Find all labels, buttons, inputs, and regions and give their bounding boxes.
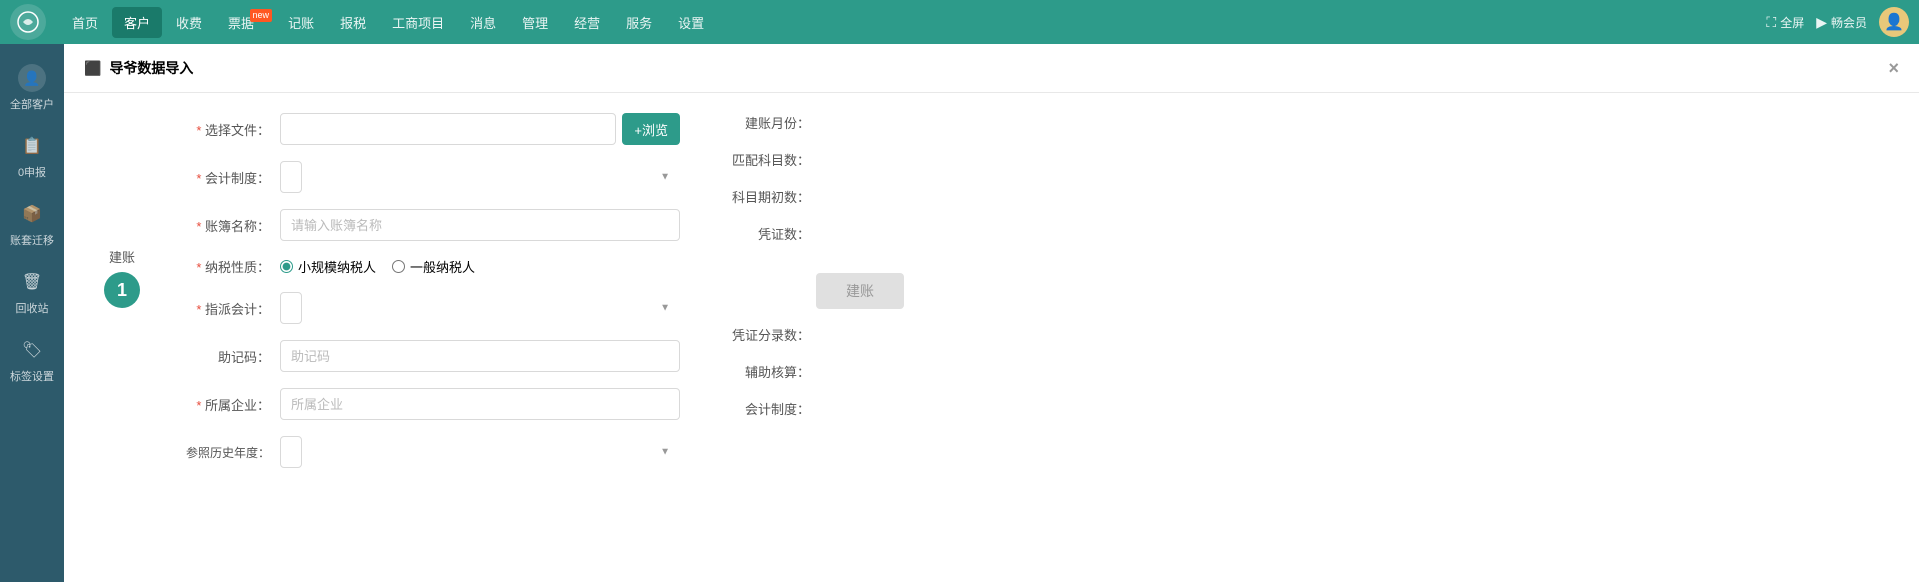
assign-accountant-select[interactable] [280, 292, 302, 324]
zero-declaration-icon: 📋 [18, 132, 46, 160]
tax-nature-label: * 纳税性质： [180, 257, 270, 276]
nav-items: 首页 客户 收费 票据 new 记账 报税 工商项目 消息 管理 经营 服务 设… [60, 7, 1766, 38]
sidebar-item-account-migration[interactable]: 📦 账套迁移 [0, 190, 64, 258]
sidebar-item-tag-settings[interactable]: 🏷 标签设置 [0, 326, 64, 394]
voucher-count-label: 凭证数： [720, 224, 810, 243]
step-label: 建账 [109, 247, 135, 266]
initial-subjects-label: 科目期初数： [720, 187, 810, 206]
top-navigation: 首页 客户 收费 票据 new 记账 报税 工商项目 消息 管理 经营 服务 设… [0, 0, 1919, 44]
recycle-icon: 🗑 [18, 268, 46, 296]
memo-code-label: 助记码： [180, 347, 270, 366]
chevron-down-icon-3: ▼ [660, 447, 670, 458]
nav-bookkeeping[interactable]: 记账 [276, 7, 326, 38]
file-select-row: * 选择文件： +浏览 [180, 113, 680, 145]
dialog-title: 导爷数据导入 [109, 58, 193, 78]
history-year-select-wrapper: ▼ [280, 436, 680, 468]
nav-service[interactable]: 服务 [614, 7, 664, 38]
form-panel: ⬛ 导爷数据导入 × 建账 1 [64, 44, 1919, 582]
voucher-entries-row: 凭证分录数： [720, 325, 1000, 344]
step-section: 建账 1 [104, 113, 140, 562]
file-input-group: +浏览 [280, 113, 680, 145]
nav-settings[interactable]: 设置 [666, 7, 716, 38]
content-area: ⬛ 导爷数据导入 × 建账 1 [64, 44, 1919, 582]
history-year-select[interactable] [280, 436, 302, 468]
nav-billing[interactable]: 收费 [164, 7, 214, 38]
file-select-input[interactable] [280, 113, 616, 145]
sidebar-item-all-customers[interactable]: 👤 全部客户 [0, 54, 64, 122]
app-logo [10, 4, 46, 40]
nav-right: ⛶ 全屏 ▶ 畅会员 👤 [1766, 7, 1909, 37]
accounting-system-select[interactable] [280, 161, 302, 193]
import-icon: ⬛ [84, 60, 101, 77]
assign-accountant-label: * 指派会计： [180, 299, 270, 318]
tax-option-general[interactable]: 一般纳税人 [392, 257, 475, 276]
voucher-entries-label: 凭证分录数： [720, 325, 810, 344]
voucher-count-row: 凭证数： [720, 224, 1000, 243]
memo-code-input[interactable] [280, 340, 680, 372]
user-avatar[interactable]: 👤 [1879, 7, 1909, 37]
tax-nature-row: * 纳税性质： 小规模纳税人 一般纳税人 [180, 257, 680, 276]
account-migration-icon: 📦 [18, 200, 46, 228]
accounting-system-info-label: 会计制度： [720, 399, 810, 418]
chevron-down-icon: ▼ [660, 172, 670, 183]
all-customers-icon: 👤 [18, 64, 46, 92]
fullscreen-button[interactable]: ⛶ 全屏 [1766, 14, 1804, 31]
tax-radio-small[interactable] [280, 260, 293, 273]
accounting-system-info-row: 会计制度： [720, 399, 1000, 418]
history-year-label: 参照历史年度： [180, 444, 270, 461]
nav-invoice[interactable]: 票据 new [216, 7, 274, 38]
nav-operation[interactable]: 经营 [562, 7, 612, 38]
match-subjects-row: 匹配科目数： [720, 150, 1000, 169]
auxiliary-label: 辅助核算： [720, 362, 810, 381]
accounting-system-select-wrapper: ▼ [280, 161, 680, 193]
accounting-system-label: * 会计制度： [180, 168, 270, 187]
auxiliary-row: 辅助核算： [720, 362, 1000, 381]
month-label: 建账月份： [720, 113, 810, 132]
form-body: 建账 1 * 选择文件： +浏览 [64, 93, 1919, 582]
company-row: * 所属企业： [180, 388, 680, 420]
tax-nature-radio-group: 小规模纳税人 一般纳税人 [280, 257, 680, 276]
ledger-name-label: * 账簿名称： [180, 216, 270, 235]
new-badge: new [250, 9, 273, 22]
initial-subjects-row: 科目期初数： [720, 187, 1000, 206]
assign-accountant-row: * 指派会计： ▼ [180, 292, 680, 324]
chevron-down-icon-2: ▼ [660, 303, 670, 314]
ledger-name-row: * 账簿名称： [180, 209, 680, 241]
match-subjects-label: 匹配科目数： [720, 150, 810, 169]
build-account-button[interactable]: 建账 [816, 273, 904, 309]
nav-messages[interactable]: 消息 [458, 7, 508, 38]
member-button[interactable]: ▶ 畅会员 [1816, 14, 1867, 31]
close-button[interactable]: × [1888, 58, 1899, 79]
sidebar: 👤 全部客户 📋 0申报 📦 账套迁移 🗑 回收站 🏷 标签设置 [0, 44, 64, 582]
browse-button[interactable]: +浏览 [622, 113, 680, 145]
sidebar-item-recycle[interactable]: 🗑 回收站 [0, 258, 64, 326]
company-input[interactable] [280, 388, 680, 420]
nav-tax[interactable]: 报税 [328, 7, 378, 38]
history-year-row: 参照历史年度： ▼ [180, 436, 680, 468]
step-circle: 1 [104, 272, 140, 308]
month-row: 建账月份： [720, 113, 1000, 132]
form-panel-header: ⬛ 导爷数据导入 × [64, 44, 1919, 93]
nav-manage[interactable]: 管理 [510, 7, 560, 38]
ledger-name-input[interactable] [280, 209, 680, 241]
accounting-system-row: * 会计制度： ▼ [180, 161, 680, 193]
nav-business[interactable]: 工商项目 [380, 7, 456, 38]
file-select-label: * 选择文件： [180, 120, 270, 139]
build-btn-container: 建账 [720, 263, 1000, 309]
main-layout: 👤 全部客户 📋 0申报 📦 账套迁移 🗑 回收站 🏷 标签设置 ⬛ 导爷数据导… [0, 44, 1919, 582]
tax-option-small[interactable]: 小规模纳税人 [280, 257, 376, 276]
sidebar-item-zero-declaration[interactable]: 📋 0申报 [0, 122, 64, 190]
left-form: * 选择文件： +浏览 * 会计制度： [180, 113, 680, 562]
tag-settings-icon: 🏷 [18, 336, 46, 364]
right-panel: 建账月份： 匹配科目数： 科目期初数： 凭证数： [720, 113, 1000, 562]
assign-accountant-select-wrapper: ▼ [280, 292, 680, 324]
tax-radio-general[interactable] [392, 260, 405, 273]
nav-customers[interactable]: 客户 [112, 7, 162, 38]
nav-home[interactable]: 首页 [60, 7, 110, 38]
company-label: * 所属企业： [180, 395, 270, 414]
memo-code-row: 助记码： [180, 340, 680, 372]
